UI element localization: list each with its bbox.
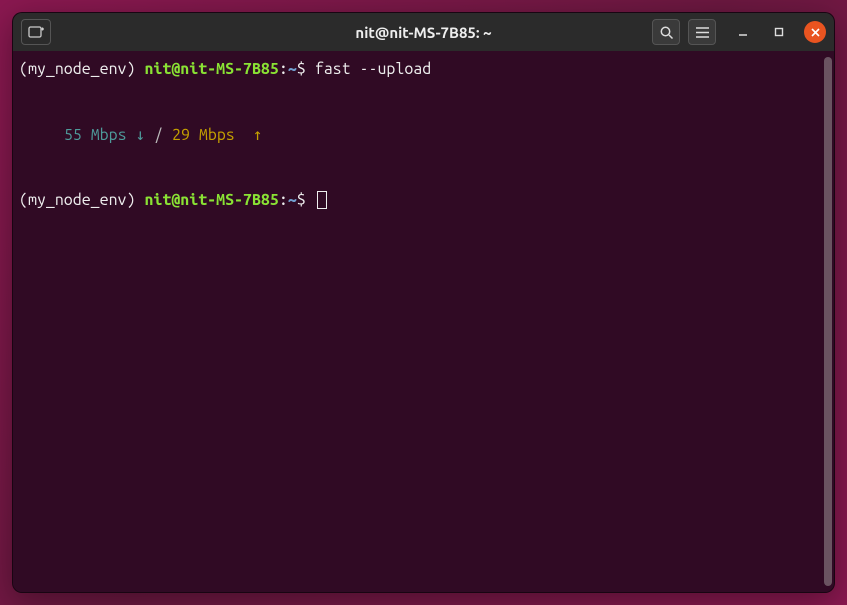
titlebar-left: [21, 19, 51, 45]
virtualenv-name: (my_node_env): [19, 60, 135, 78]
prompt-line-1: (my_node_env) nit@nit-MS-7B85:~$ fast --…: [19, 59, 828, 81]
minimize-icon: [737, 26, 749, 38]
speed-separator: /: [145, 126, 172, 144]
close-button[interactable]: [804, 21, 826, 43]
download-value: 55: [64, 126, 82, 144]
virtualenv-name: (my_node_env): [19, 191, 135, 209]
prompt-symbol: $: [297, 60, 306, 78]
menu-button[interactable]: [688, 19, 716, 45]
prompt-colon: :: [279, 191, 288, 209]
leading-space: [19, 126, 64, 144]
command-text: fast --upload: [315, 60, 431, 78]
search-icon: [659, 25, 674, 40]
upload-arrow-icon: ↑: [253, 126, 263, 144]
user-host: nit@nit-MS-7B85: [144, 191, 278, 209]
titlebar: nit@nit-MS-7B85: ~: [13, 13, 834, 51]
download-unit: Mbps: [82, 126, 136, 144]
close-icon: [810, 27, 821, 38]
hamburger-icon: [695, 26, 710, 39]
prompt-symbol: $: [297, 191, 306, 209]
new-tab-icon: [28, 25, 44, 39]
cwd-path: ~: [288, 60, 297, 78]
cursor: [317, 191, 327, 209]
scrollbar-thumb[interactable]: [824, 57, 832, 586]
new-tab-button[interactable]: [21, 19, 51, 45]
titlebar-right: [652, 19, 826, 45]
prompt-colon: :: [279, 60, 288, 78]
search-button[interactable]: [652, 19, 680, 45]
speed-output-line: 55 Mbps ↓ / 29 Mbps ↑: [19, 81, 828, 191]
maximize-icon: [773, 26, 785, 38]
window-controls: [732, 21, 826, 43]
prompt-line-2: (my_node_env) nit@nit-MS-7B85:~$: [19, 190, 828, 212]
user-host: nit@nit-MS-7B85: [144, 60, 278, 78]
maximize-button[interactable]: [768, 21, 790, 43]
minimize-button[interactable]: [732, 21, 754, 43]
upload-value: 29: [172, 126, 190, 144]
download-arrow-icon: ↓: [136, 126, 146, 144]
scrollbar[interactable]: [824, 57, 832, 586]
terminal-window: nit@nit-MS-7B85: ~: [12, 12, 835, 593]
upload-unit: Mbps: [190, 126, 253, 144]
cwd-path: ~: [288, 191, 297, 209]
terminal-body[interactable]: (my_node_env) nit@nit-MS-7B85:~$ fast --…: [13, 51, 834, 592]
